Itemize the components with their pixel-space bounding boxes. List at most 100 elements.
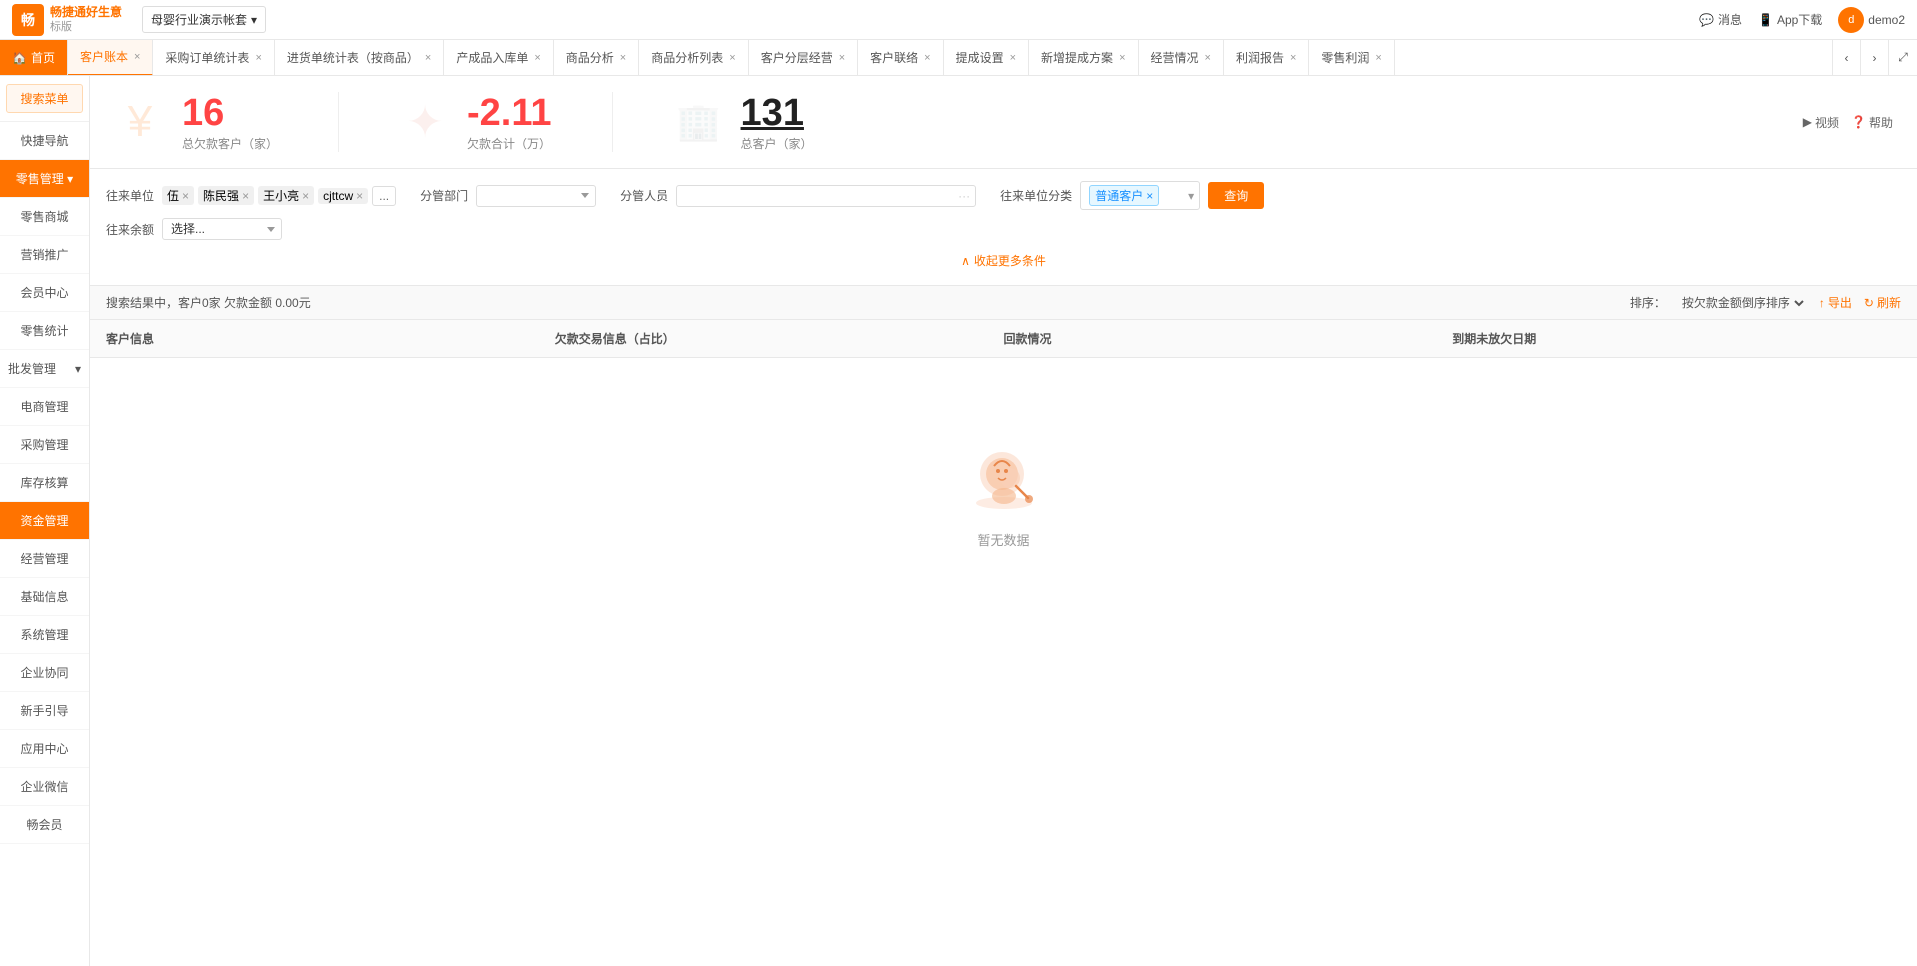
dept-select[interactable] — [476, 185, 596, 207]
col-header-repayment: 回款情况 — [1004, 330, 1453, 347]
tab-profit-report[interactable]: 利润报告 × — [1224, 40, 1309, 76]
tab-add-raise-label: 新增提成方案 — [1041, 49, 1113, 66]
search-button[interactable]: 查询 — [1208, 182, 1264, 209]
tab-customer-layer-close[interactable]: × — [839, 52, 845, 64]
tab-product-analysis-list[interactable]: 商品分析列表 × — [639, 40, 748, 76]
tab-customer-contact-label: 客户联络 — [870, 49, 918, 66]
sidebar-item-retail[interactable]: 零售管理 ▾ — [0, 160, 89, 198]
tab-inbound-stats[interactable]: 进货单统计表（按商品） × — [275, 40, 444, 76]
help-icon: ❓ — [1851, 115, 1866, 129]
user-action[interactable]: d demo2 — [1838, 7, 1905, 33]
help-action[interactable]: ❓ 帮助 — [1851, 114, 1893, 131]
purchase-label: 采购管理 — [20, 438, 68, 452]
collapse-btn[interactable]: ∧ 收起更多条件 — [961, 252, 1046, 269]
tab-inbound-stats-close[interactable]: × — [425, 52, 431, 64]
tab-inbound-stats-label: 进货单统计表（按商品） — [287, 49, 419, 66]
sidebar-item-quick-nav[interactable]: 快捷导航 — [0, 122, 89, 160]
phone-icon: 📱 — [1758, 13, 1773, 27]
unit-filter-label: 往来单位 — [106, 187, 154, 204]
tab-add-raise[interactable]: 新增提成方案 × — [1029, 40, 1138, 76]
refresh-btn[interactable]: ↻ 刷新 — [1864, 294, 1901, 311]
unit-class-select[interactable]: 普通客户 × ▾ — [1080, 181, 1200, 210]
operation-label: 经营管理 — [20, 552, 68, 566]
unit-tag-cjttcw-remove[interactable]: × — [356, 189, 363, 203]
tab-product-analysis-list-close[interactable]: × — [729, 52, 735, 64]
tab-raise-settings-close[interactable]: × — [1010, 52, 1016, 64]
tab-customer-book-close[interactable]: × — [134, 51, 140, 63]
message-action[interactable]: 💬 消息 — [1699, 11, 1742, 28]
tab-product-analysis[interactable]: 商品分析 × — [554, 40, 639, 76]
tab-expand[interactable]: ⤢ — [1889, 40, 1917, 76]
sidebar-item-enterprise[interactable]: 企业协同 — [0, 654, 89, 692]
tab-purchase-stats-label: 采购订单统计表 — [165, 49, 249, 66]
tab-retail-profit-close[interactable]: × — [1375, 52, 1381, 64]
tab-customer-book[interactable]: 客户账本 × — [68, 40, 153, 76]
stat-total-customers: 🏢 131 总客户（家） — [673, 92, 813, 152]
sidebar-item-system[interactable]: 系统管理 — [0, 616, 89, 654]
tab-home[interactable]: 🏠 首页 — [0, 40, 68, 76]
tab-profit-report-close[interactable]: × — [1290, 52, 1296, 64]
chevron-right-icon: ▾ — [67, 172, 73, 186]
tab-customer-contact-close[interactable]: × — [924, 52, 930, 64]
unit-class-container: 普通客户 × ▾ — [1080, 181, 1200, 210]
unit-tag-wu-remove[interactable]: × — [182, 189, 189, 203]
sidebar-item-app-center[interactable]: 应用中心 — [0, 730, 89, 768]
stats-bar: ¥ 16 总欠款客户（家） ✦ -2.11 欠款合计（万） 🏢 131 — [90, 76, 1917, 169]
sidebar-item-wechat[interactable]: 企业微信 — [0, 768, 89, 806]
unit-class-tag-remove[interactable]: × — [1146, 189, 1153, 203]
sidebar-item-member[interactable]: 会员中心 — [0, 274, 89, 312]
wechat-label: 企业微信 — [20, 780, 68, 794]
sidebar-item-ecommerce[interactable]: 电商管理 — [0, 388, 89, 426]
tab-raise-settings[interactable]: 提成设置 × — [944, 40, 1029, 76]
tab-customer-layer-label: 客户分层经营 — [761, 49, 833, 66]
sort-label: 排序： — [1630, 294, 1666, 311]
unit-tag-more[interactable]: ... — [372, 186, 396, 206]
tab-scroll-left[interactable]: ‹ — [1833, 40, 1861, 76]
video-action[interactable]: ▶ 视频 — [1803, 114, 1839, 131]
tab-customer-contact[interactable]: 客户联络 × — [858, 40, 943, 76]
tab-scroll-right[interactable]: › — [1861, 40, 1889, 76]
video-label: 视频 — [1815, 114, 1839, 131]
tab-product-analysis-close[interactable]: × — [620, 52, 626, 64]
sidebar-item-retail-stats[interactable]: 零售统计 — [0, 312, 89, 350]
col-header-debt: 欠款交易信息（占比） — [555, 330, 1004, 347]
sidebar-item-wholesale[interactable]: 批发管理 ▾ — [0, 350, 89, 388]
system-label: 系统管理 — [20, 628, 68, 642]
tab-business[interactable]: 经营情况 × — [1139, 40, 1224, 76]
sidebar-item-operation[interactable]: 经营管理 — [0, 540, 89, 578]
tab-add-raise-close[interactable]: × — [1119, 52, 1125, 64]
person-input-more[interactable]: ··· — [958, 189, 970, 203]
tab-purchase-stats[interactable]: 采购订单统计表 × — [153, 40, 274, 76]
tab-home-label: 首页 — [31, 49, 55, 66]
company-selector[interactable]: 母婴行业演示帐套 ▾ — [142, 6, 266, 33]
sidebar-item-marketing[interactable]: 营销推广 — [0, 236, 89, 274]
sidebar-item-basic[interactable]: 基础信息 — [0, 578, 89, 616]
tab-customer-layer[interactable]: 客户分层经营 × — [749, 40, 858, 76]
balance-select[interactable]: 选择... — [162, 218, 282, 240]
tab-product-inbound-close[interactable]: × — [534, 52, 540, 64]
ecommerce-label: 电商管理 — [20, 400, 68, 414]
inventory-label: 库存核算 — [20, 476, 68, 490]
vip-label: 畅会员 — [26, 818, 62, 832]
content-area: ¥ 16 总欠款客户（家） ✦ -2.11 欠款合计（万） 🏢 131 — [90, 76, 1917, 966]
sidebar-item-vip[interactable]: 畅会员 — [0, 806, 89, 844]
sidebar-item-retail-mall[interactable]: 零售商城 — [0, 198, 89, 236]
unit-tag-chen-remove[interactable]: × — [242, 189, 249, 203]
sidebar-search: 搜索菜单 — [0, 76, 89, 122]
sidebar-item-purchase[interactable]: 采购管理 — [0, 426, 89, 464]
tab-product-inbound[interactable]: 产成品入库单 × — [444, 40, 553, 76]
sidebar-item-finance[interactable]: 资金管理 — [0, 502, 89, 540]
sidebar-search-btn[interactable]: 搜索菜单 — [6, 84, 83, 113]
sidebar-item-newbie[interactable]: 新手引导 — [0, 692, 89, 730]
unit-tags: 伍 × 陈民强 × 王小亮 × cjttcw × ... — [162, 186, 396, 206]
app-download-action[interactable]: 📱 App下载 — [1758, 11, 1822, 28]
sidebar-item-inventory[interactable]: 库存核算 — [0, 464, 89, 502]
sort-select[interactable]: 按欠款金额倒序排序 — [1678, 295, 1807, 311]
tab-purchase-stats-close[interactable]: × — [255, 52, 261, 64]
unit-tag-wang-remove[interactable]: × — [302, 189, 309, 203]
message-label: 消息 — [1718, 11, 1742, 28]
export-btn[interactable]: ↑ 导出 — [1819, 294, 1852, 311]
person-input[interactable] — [676, 185, 976, 207]
tab-retail-profit[interactable]: 零售利润 × — [1309, 40, 1394, 76]
tab-business-close[interactable]: × — [1205, 52, 1211, 64]
